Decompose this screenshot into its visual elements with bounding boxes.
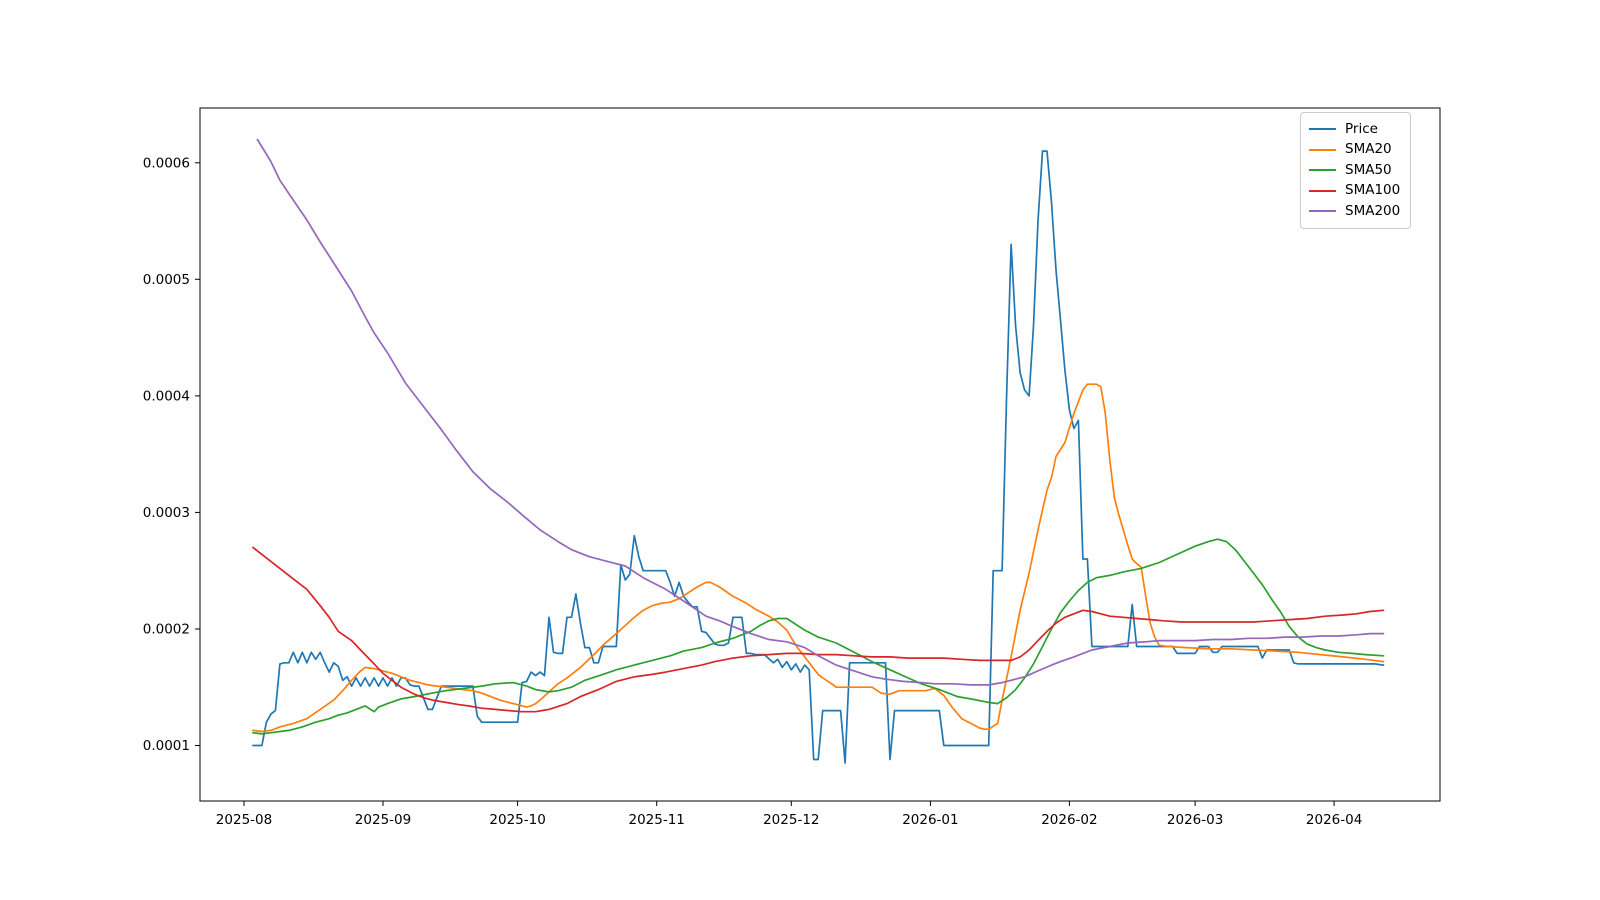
legend-line-swatch	[1309, 148, 1336, 151]
y-tick-label: 0.0002	[143, 622, 190, 638]
legend-item-sma50: SMA50	[1309, 160, 1400, 181]
x-tick-label: 2026-03	[1167, 812, 1223, 828]
x-tick-label: 2025-11	[628, 812, 684, 828]
x-tick-label: 2025-09	[355, 812, 411, 828]
plot-frame	[199, 107, 1441, 802]
legend-item-label: SMA20	[1345, 141, 1392, 157]
legend-item-label: SMA200	[1345, 202, 1401, 219]
figure-canvas: 2025-08 2025-09 2025-10 2025-11 2025-12 2026-…	[0, 0, 1600, 900]
y-tick-label: 0.0005	[143, 272, 190, 288]
series-line-price	[252, 150, 1385, 764]
x-tick-label: 2025-12	[763, 812, 819, 828]
x-tick-label: 2025-10	[489, 812, 545, 828]
x-tick-label: 2026-04	[1306, 812, 1362, 828]
legend-item-label: SMA50	[1345, 161, 1392, 178]
series-line-sma50	[252, 538, 1385, 735]
y-tick-label: 0.0003	[143, 505, 190, 521]
legend-item-label: SMA100	[1345, 182, 1401, 198]
legend-line-swatch	[1309, 128, 1336, 131]
x-tick-label: 2025-08	[216, 812, 272, 828]
legend-item-label: Price	[1345, 120, 1378, 137]
legend-line-swatch	[1309, 169, 1336, 172]
legend-line-swatch	[1309, 189, 1336, 192]
legend-line-swatch	[1309, 210, 1336, 213]
legend-item-sma20: SMA20	[1309, 140, 1400, 161]
chart-legend: Price SMA20 SMA50 SMA100 SMA200	[1300, 112, 1412, 229]
series-line-sma100	[252, 546, 1385, 713]
series-line-sma200	[256, 138, 1385, 686]
legend-item-price: Price	[1309, 119, 1400, 140]
y-tick-label: 0.0001	[143, 738, 190, 754]
y-tick-label: 0.0006	[143, 155, 190, 171]
x-tick-label: 2026-02	[1041, 812, 1097, 828]
series-line-sma20	[252, 383, 1385, 733]
x-tick-label: 2026-01	[902, 812, 958, 828]
legend-item-sma100: SMA100	[1309, 181, 1400, 202]
legend-item-sma200: SMA200	[1309, 201, 1400, 222]
y-tick-label: 0.0004	[143, 388, 190, 404]
